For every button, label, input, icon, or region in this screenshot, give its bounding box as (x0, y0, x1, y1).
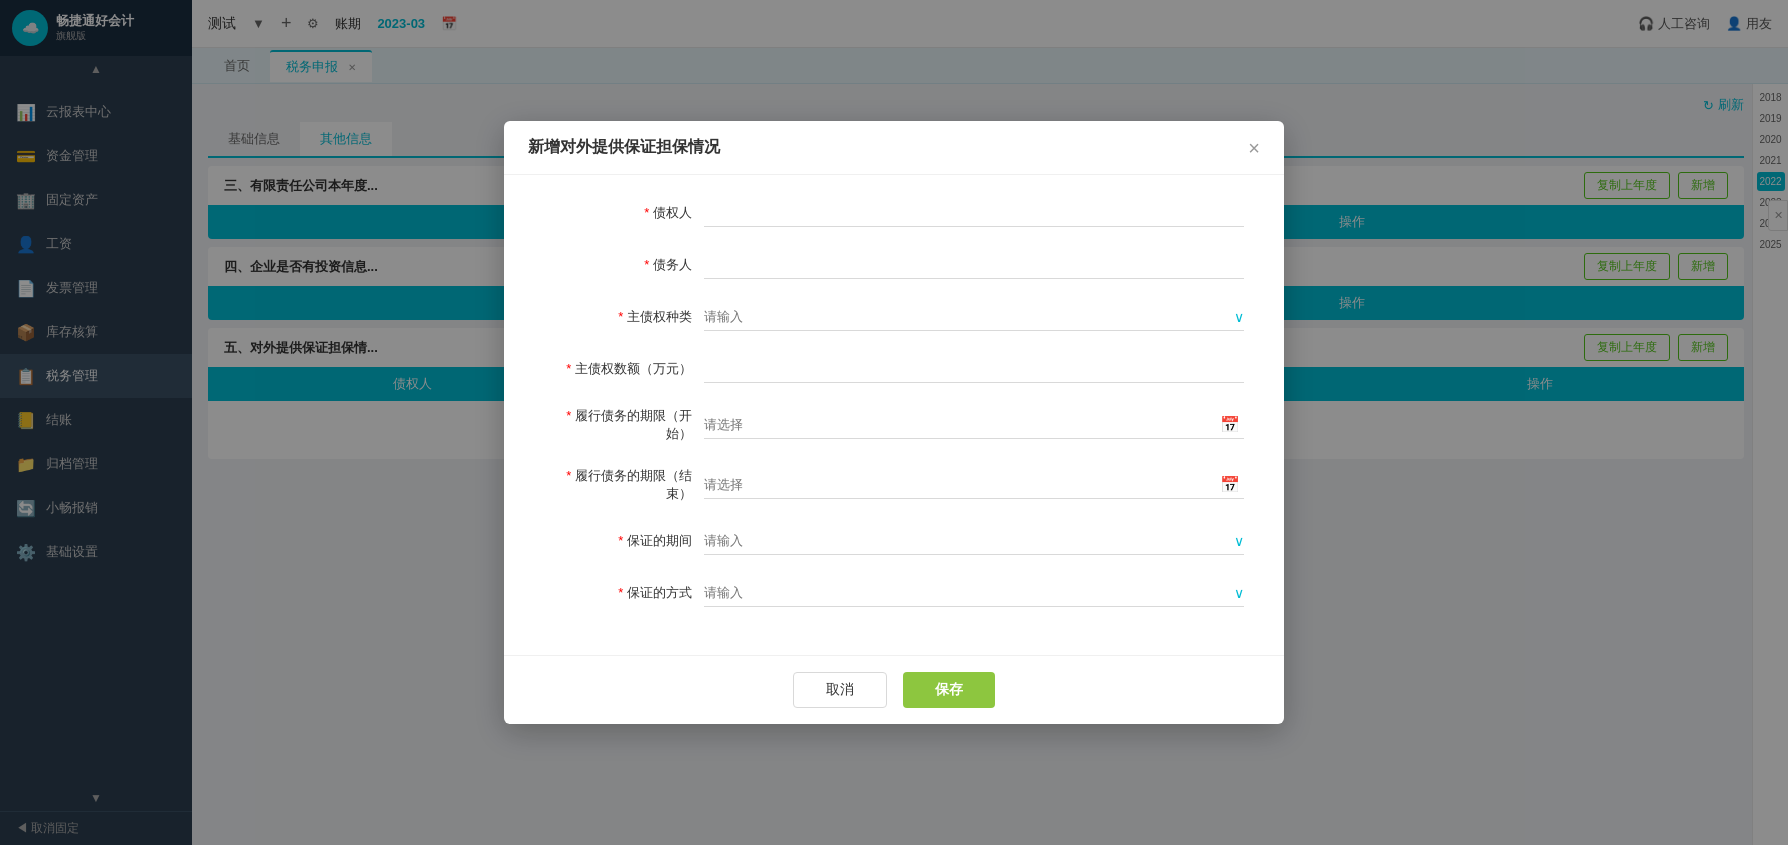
select-wrapper-zhuzhaiquanzhonglei: ∨ (704, 303, 1244, 331)
label-text: 主债权种类 (627, 309, 692, 324)
modal-close-button[interactable]: × (1248, 138, 1260, 158)
label-lvxingstart: * 履行债务的期限（开始） (544, 407, 704, 443)
required-marker: * (566, 408, 571, 423)
chevron-down-icon-3[interactable]: ∨ (1234, 585, 1244, 601)
select-wrapper-baozhengqijian: ∨ (704, 527, 1244, 555)
form-row-lvxingstart: * 履行债务的期限（开始） 📅 (544, 407, 1244, 443)
modal-body: * 债权人 * 债务人 * 主债权种类 (504, 175, 1284, 655)
form-row-zhaiwuren: * 债务人 (544, 251, 1244, 279)
label-text: 履行债务的期限（结束） (575, 468, 692, 501)
form-row-baozhengfangshi: * 保证的方式 ∨ (544, 579, 1244, 607)
required-marker: * (644, 257, 649, 272)
required-marker: * (618, 309, 623, 324)
required-marker: * (566, 361, 571, 376)
select-input-zhuzhaiquanzhonglei[interactable] (704, 303, 1234, 330)
input-zhuzhaiquanshoue[interactable] (704, 355, 1244, 383)
select-input-baozhengqijian[interactable] (704, 527, 1234, 554)
label-zhaiwuren: * 债务人 (544, 256, 704, 274)
label-baozhengqijian: * 保证的期间 (544, 532, 704, 550)
modal-header: 新增对外提供保证担保情况 × (504, 121, 1284, 175)
required-marker: * (566, 468, 571, 483)
required-marker: * (644, 205, 649, 220)
label-zhuzhaiquanshoue: * 主债权数额（万元） (544, 360, 704, 378)
date-input-lvxingend[interactable] (704, 471, 1216, 498)
form-row-zhuzhaiquanshoue: * 主债权数额（万元） (544, 355, 1244, 383)
form-row-zhaiquanren: * 债权人 (544, 199, 1244, 227)
input-zhaiquanren[interactable] (704, 199, 1244, 227)
form-row-baozhengqijian: * 保证的期间 ∨ (544, 527, 1244, 555)
modal-footer: 取消 保存 (504, 655, 1284, 724)
chevron-down-icon[interactable]: ∨ (1234, 309, 1244, 325)
modal-title: 新增对外提供保证担保情况 (528, 137, 720, 158)
label-text: 债务人 (653, 257, 692, 272)
label-text: 主债权数额（万元） (575, 361, 692, 376)
label-text: 履行债务的期限（开始） (575, 408, 692, 441)
form-row-zhuzhaiquanzhonglei: * 主债权种类 ∨ (544, 303, 1244, 331)
save-button[interactable]: 保存 (903, 672, 995, 708)
label-baozhengfangshi: * 保证的方式 (544, 584, 704, 602)
label-zhuzhaiquanzhonglei: * 主债权种类 (544, 308, 704, 326)
label-lvxingend: * 履行债务的期限（结束） (544, 467, 704, 503)
label-zhaiquanren: * 债权人 (544, 204, 704, 222)
date-wrapper-lvxingstart: 📅 (704, 411, 1244, 439)
label-text: 保证的期间 (627, 533, 692, 548)
modal-overlay: 新增对外提供保证担保情况 × * 债权人 * 债务人 (0, 0, 1788, 845)
modal-dialog: 新增对外提供保证担保情况 × * 债权人 * 债务人 (504, 121, 1284, 724)
date-wrapper-lvxingend: 📅 (704, 471, 1244, 499)
chevron-down-icon-2[interactable]: ∨ (1234, 533, 1244, 549)
label-text: 债权人 (653, 205, 692, 220)
calendar-end-icon[interactable]: 📅 (1216, 475, 1244, 494)
form-row-lvxingend: * 履行债务的期限（结束） 📅 (544, 467, 1244, 503)
required-marker: * (618, 585, 623, 600)
select-input-baozhengfangshi[interactable] (704, 579, 1234, 606)
cancel-button[interactable]: 取消 (793, 672, 887, 708)
select-wrapper-baozhengfangshi: ∨ (704, 579, 1244, 607)
date-input-lvxingstart[interactable] (704, 411, 1216, 438)
input-zhaiwuren[interactable] (704, 251, 1244, 279)
label-text: 保证的方式 (627, 585, 692, 600)
calendar-start-icon[interactable]: 📅 (1216, 415, 1244, 434)
required-marker: * (618, 533, 623, 548)
